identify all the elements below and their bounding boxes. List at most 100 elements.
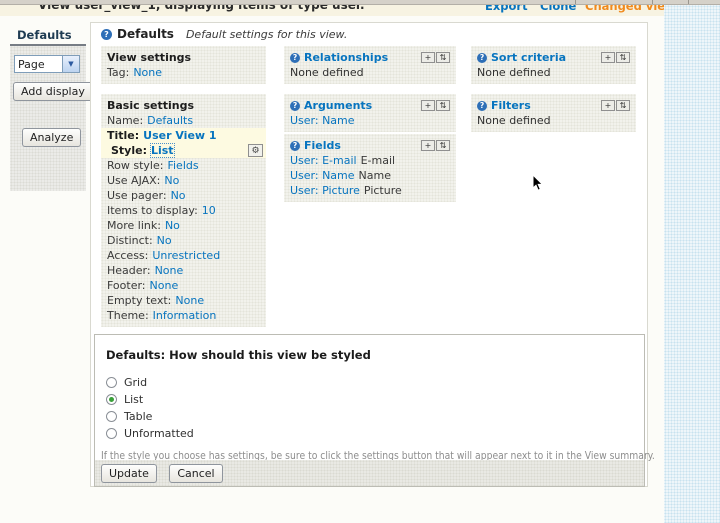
setting-label: Items to display: [107, 204, 198, 217]
setting-value-link[interactable]: No [165, 219, 180, 232]
setting-label: Style: [111, 144, 147, 157]
display-heading: ? Defaults Default settings for this vie… [101, 27, 347, 41]
fields-title-link[interactable]: Fields [304, 138, 341, 153]
style-option-unformatted: Unformatted [106, 425, 644, 442]
relationships-title-link[interactable]: Relationships [304, 50, 388, 65]
radio-label[interactable]: Table [124, 410, 152, 423]
setting-value-link[interactable]: No [171, 189, 186, 202]
setting-value-link[interactable]: User View 1 [143, 129, 216, 142]
style-option-table: Table [106, 408, 644, 425]
export-link[interactable]: Export [485, 5, 528, 13]
box-buttons: + ⇅ [601, 52, 630, 63]
mouse-cursor [532, 174, 544, 192]
add-icon[interactable]: + [421, 100, 435, 111]
cancel-button[interactable]: Cancel [169, 464, 222, 483]
view-settings-box: View settings Tag:None [101, 46, 266, 84]
tag-value-link[interactable]: None [133, 66, 162, 79]
update-button[interactable]: Update [101, 464, 157, 483]
help-icon[interactable]: ? [477, 53, 487, 63]
setting-row-pager: Use pager:No [107, 188, 260, 203]
display-type-select[interactable]: Page ▼ [14, 55, 80, 73]
rearrange-icon[interactable]: ⇅ [616, 100, 630, 111]
filters-title-link[interactable]: Filters [491, 98, 531, 113]
style-options: Grid List Table Unformatted [106, 374, 644, 442]
setting-value-link[interactable]: List [151, 144, 174, 157]
tab-defaults[interactable]: Defaults [10, 28, 86, 42]
help-icon[interactable]: ? [290, 101, 300, 111]
field-item: User: PicturePicture [290, 183, 450, 198]
help-icon[interactable]: ? [101, 29, 112, 40]
arguments-header: ? Arguments + ⇅ [290, 98, 450, 113]
add-icon[interactable]: + [601, 52, 615, 63]
field-link[interactable]: User: Name [290, 169, 355, 182]
add-icon[interactable]: + [421, 52, 435, 63]
box-buttons: + ⇅ [421, 52, 450, 63]
relationships-header: ? Relationships + ⇅ [290, 50, 450, 65]
add-display-button[interactable]: Add display [13, 82, 93, 101]
setting-label: Empty text: [107, 294, 171, 307]
filters-empty: None defined [477, 113, 630, 128]
radio-table[interactable] [106, 411, 117, 422]
sort-criteria-title-link[interactable]: Sort criteria [491, 50, 566, 65]
sort-criteria-empty: None defined [477, 65, 630, 80]
setting-value-link[interactable]: None [175, 294, 204, 307]
field-item: User: NameName [290, 168, 450, 183]
style-form-footer: Update Cancel [95, 460, 644, 486]
view-settings-title: View settings [107, 50, 260, 65]
tag-row: Tag:None [107, 65, 260, 80]
rearrange-icon[interactable]: ⇅ [616, 52, 630, 63]
basic-settings-title: Basic settings [107, 98, 260, 113]
help-icon[interactable]: ? [477, 101, 487, 111]
arguments-title-link[interactable]: Arguments [304, 98, 372, 113]
radio-label[interactable]: Unformatted [124, 427, 194, 440]
setting-row-header: Header:None [107, 263, 260, 278]
style-form-heading: Defaults: How should this view be styled [106, 348, 644, 362]
radio-unformatted[interactable] [106, 428, 117, 439]
chevron-down-icon[interactable]: ▼ [62, 56, 79, 72]
setting-value-link[interactable]: 10 [202, 204, 216, 217]
setting-row-name: Name:Defaults [107, 113, 260, 128]
rearrange-icon[interactable]: ⇅ [436, 140, 450, 151]
setting-value-link[interactable]: None [155, 264, 184, 277]
relationships-box: ? Relationships + ⇅ None defined [284, 46, 456, 84]
field-link[interactable]: User: E-mail [290, 154, 357, 167]
field-link[interactable]: User: Picture [290, 184, 360, 197]
changed-view-link[interactable]: Changed view [585, 5, 676, 13]
box-buttons: + ⇅ [601, 100, 630, 111]
rearrange-icon[interactable]: ⇅ [436, 100, 450, 111]
setting-value-link[interactable]: Unrestricted [152, 249, 220, 262]
setting-value-link[interactable]: Fields [167, 159, 198, 172]
radio-list[interactable] [106, 394, 117, 405]
setting-value-link[interactable]: None [150, 279, 179, 292]
views-edit-area: ? Defaults Default settings for this vie… [90, 22, 648, 487]
page-title-band: View user_view_1, displaying items of ty… [0, 5, 720, 16]
relationships-empty: None defined [290, 65, 450, 80]
setting-label: Footer: [107, 279, 146, 292]
display-heading-description: Default settings for this view. [186, 28, 347, 41]
views-edit-screen: View user_view_1, displaying items of ty… [0, 0, 720, 523]
style-settings-form: Defaults: How should this view be styled… [94, 334, 645, 487]
rearrange-icon[interactable]: ⇅ [436, 52, 450, 63]
help-icon[interactable]: ? [290, 53, 300, 63]
chrome-divider [688, 0, 689, 4]
right-texture-panel [664, 5, 720, 523]
clone-link[interactable]: Clone [540, 5, 576, 13]
setting-row-morelink: More link:No [107, 218, 260, 233]
radio-label[interactable]: Grid [124, 376, 147, 389]
setting-value-link[interactable]: Information [153, 309, 217, 322]
radio-label[interactable]: List [124, 393, 143, 406]
help-icon[interactable]: ? [290, 141, 300, 151]
setting-value-link[interactable]: Defaults [147, 114, 193, 127]
analyze-button[interactable]: Analyze [22, 128, 81, 147]
add-icon[interactable]: + [601, 100, 615, 111]
setting-row-access: Access:Unrestricted [107, 248, 260, 263]
add-icon[interactable]: + [421, 140, 435, 151]
setting-row-footer: Footer: None [107, 278, 260, 293]
style-option-grid: Grid [106, 374, 644, 391]
argument-link[interactable]: User: Name [290, 114, 355, 127]
setting-value-link[interactable]: No [164, 174, 179, 187]
radio-grid[interactable] [106, 377, 117, 388]
style-settings-gear-icon[interactable]: ⚙ [248, 144, 263, 157]
setting-row-rowstyle: Row style:Fields [107, 158, 260, 173]
setting-value-link[interactable]: No [157, 234, 172, 247]
